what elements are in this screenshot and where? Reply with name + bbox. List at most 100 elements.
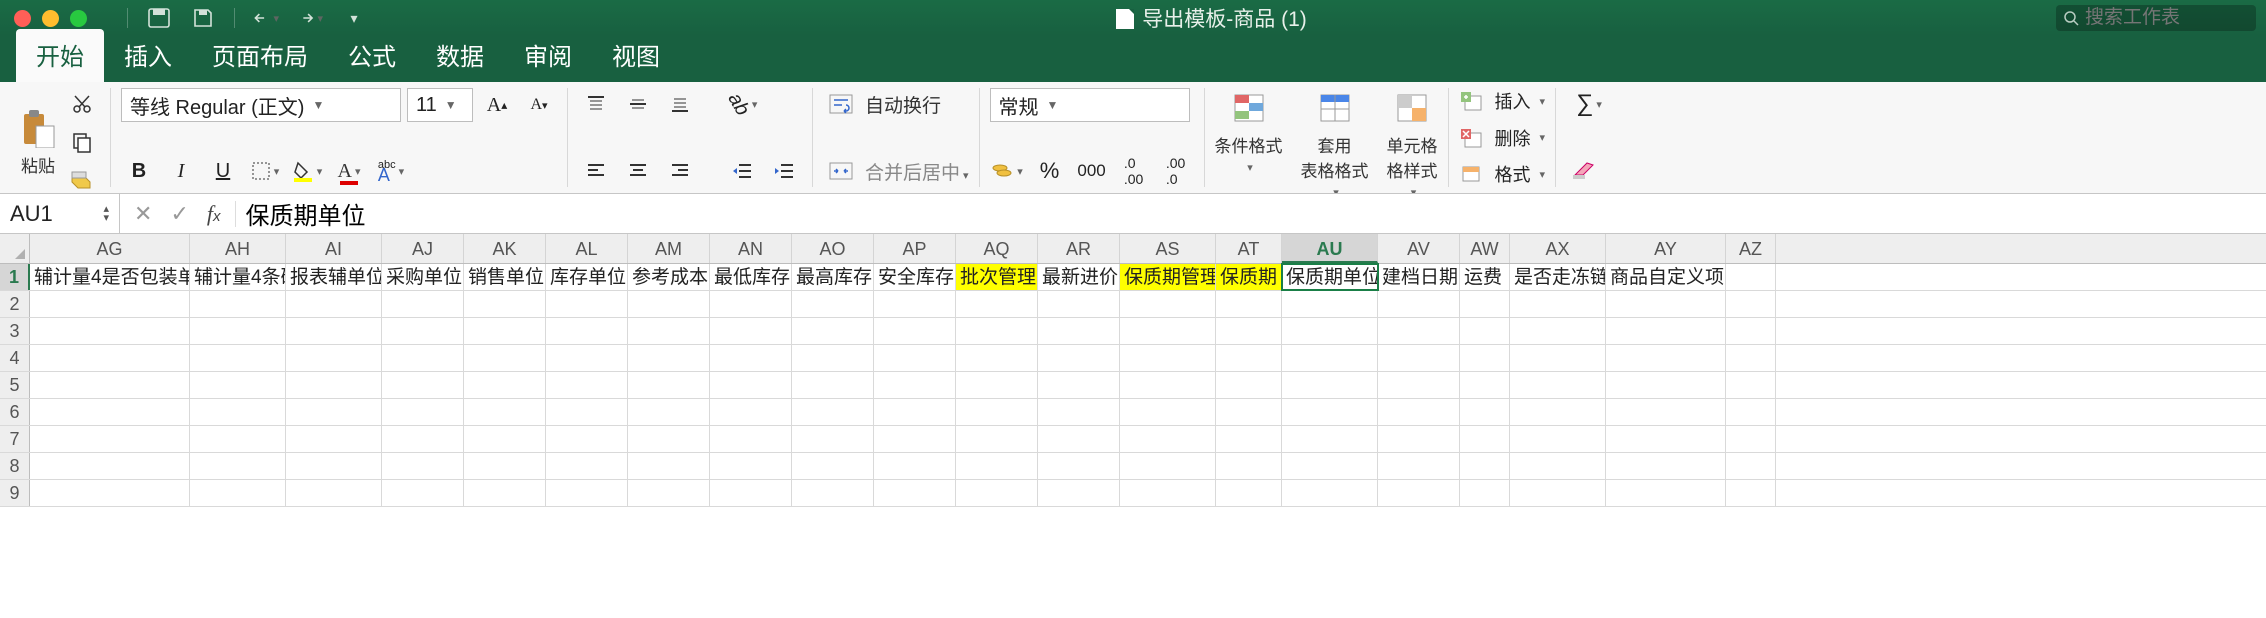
cell[interactable]: [710, 372, 792, 398]
cell[interactable]: [546, 318, 628, 344]
cell[interactable]: [1726, 399, 1776, 425]
cell[interactable]: [1038, 480, 1120, 506]
cell[interactable]: [1216, 453, 1282, 479]
col-header-AO[interactable]: AO: [792, 234, 874, 263]
cell[interactable]: [382, 291, 464, 317]
cell[interactable]: [1510, 453, 1606, 479]
cell[interactable]: 最低库存: [710, 264, 792, 290]
cell[interactable]: [628, 453, 710, 479]
autosave-icon[interactable]: [146, 6, 172, 30]
cell[interactable]: [1038, 372, 1120, 398]
cell[interactable]: [1120, 372, 1216, 398]
cell[interactable]: 最新进价: [1038, 264, 1120, 290]
cell[interactable]: [1282, 345, 1378, 371]
cell[interactable]: [792, 480, 874, 506]
row-header-4[interactable]: 4: [0, 345, 30, 371]
col-header-AN[interactable]: AN: [710, 234, 792, 263]
increase-decimal-button[interactable]: .0.00: [1116, 155, 1152, 187]
tab-审阅[interactable]: 审阅: [504, 29, 592, 82]
cell[interactable]: [1378, 291, 1460, 317]
cell[interactable]: [710, 291, 792, 317]
cell[interactable]: 参考成本: [628, 264, 710, 290]
cell[interactable]: [1282, 426, 1378, 452]
font-size-combo[interactable]: 11▼: [407, 88, 473, 122]
cell[interactable]: [956, 318, 1038, 344]
cell[interactable]: [1282, 318, 1378, 344]
tab-公式[interactable]: 公式: [328, 29, 416, 82]
search-input[interactable]: [2085, 7, 2235, 29]
cell[interactable]: [286, 480, 382, 506]
cell[interactable]: [1120, 318, 1216, 344]
cell[interactable]: [1282, 372, 1378, 398]
cell[interactable]: [956, 399, 1038, 425]
qat-customize-icon[interactable]: ▾: [341, 6, 367, 30]
cell[interactable]: 建档日期: [1378, 264, 1460, 290]
cell[interactable]: [30, 318, 190, 344]
cell[interactable]: [464, 372, 546, 398]
cell[interactable]: [190, 345, 286, 371]
cell[interactable]: 销售单位: [464, 264, 546, 290]
cell[interactable]: [1606, 291, 1726, 317]
col-header-AL[interactable]: AL: [546, 234, 628, 263]
cell[interactable]: [1510, 426, 1606, 452]
cell[interactable]: 保质期: [1216, 264, 1282, 290]
cell[interactable]: [710, 426, 792, 452]
format-as-table-button[interactable]: 套用 表格格式: [1301, 88, 1369, 194]
zoom-window-button[interactable]: [70, 10, 87, 27]
phonetic-button[interactable]: abcA: [373, 155, 409, 187]
align-right-button[interactable]: [662, 155, 698, 187]
cell[interactable]: [1460, 372, 1510, 398]
tab-插入[interactable]: 插入: [104, 29, 192, 82]
cell[interactable]: [1378, 426, 1460, 452]
cell[interactable]: [546, 480, 628, 506]
cell[interactable]: [956, 291, 1038, 317]
cell[interactable]: [382, 480, 464, 506]
formula-input[interactable]: [236, 200, 2266, 228]
cell[interactable]: [1378, 453, 1460, 479]
cell[interactable]: [792, 345, 874, 371]
underline-button[interactable]: U: [205, 155, 241, 187]
col-header-AV[interactable]: AV: [1378, 234, 1460, 263]
cell[interactable]: [1726, 291, 1776, 317]
redo-button[interactable]: [297, 6, 323, 30]
cell[interactable]: [1120, 426, 1216, 452]
format-cells-button[interactable]: 格式: [1459, 161, 1546, 187]
cell[interactable]: [628, 399, 710, 425]
cell[interactable]: [190, 291, 286, 317]
cell[interactable]: [286, 372, 382, 398]
cell[interactable]: [286, 426, 382, 452]
tab-数据[interactable]: 数据: [416, 29, 504, 82]
wrap-text-label[interactable]: 自动换行: [865, 91, 941, 118]
format-painter-button[interactable]: [64, 164, 100, 194]
cell[interactable]: [710, 318, 792, 344]
col-header-AX[interactable]: AX: [1510, 234, 1606, 263]
search-sheet-box[interactable]: [2056, 5, 2256, 31]
cell[interactable]: [546, 345, 628, 371]
cell[interactable]: [286, 453, 382, 479]
cell[interactable]: [956, 345, 1038, 371]
enter-formula-icon[interactable]: ✓: [170, 201, 188, 227]
cell[interactable]: [874, 372, 956, 398]
decrease-font-button[interactable]: A▾: [521, 89, 557, 121]
cell[interactable]: [1120, 345, 1216, 371]
cell[interactable]: [1120, 399, 1216, 425]
align-center-button[interactable]: [620, 155, 656, 187]
col-header-AT[interactable]: AT: [1216, 234, 1282, 263]
bold-button[interactable]: B: [121, 155, 157, 187]
cell[interactable]: [1606, 426, 1726, 452]
spreadsheet-grid[interactable]: AGAHAIAJAKALAMANAOAPAQARASATAUAVAWAXAYAZ…: [0, 234, 2266, 507]
cell[interactable]: [286, 291, 382, 317]
row-header-9[interactable]: 9: [0, 480, 30, 506]
cell[interactable]: [710, 480, 792, 506]
col-header-AR[interactable]: AR: [1038, 234, 1120, 263]
cut-button[interactable]: [64, 88, 100, 120]
cell[interactable]: [956, 426, 1038, 452]
cell[interactable]: [956, 372, 1038, 398]
cell[interactable]: [874, 345, 956, 371]
cell[interactable]: [382, 426, 464, 452]
cell[interactable]: [30, 372, 190, 398]
cell[interactable]: [628, 480, 710, 506]
cell[interactable]: [190, 372, 286, 398]
cell[interactable]: [464, 318, 546, 344]
row-header-2[interactable]: 2: [0, 291, 30, 317]
